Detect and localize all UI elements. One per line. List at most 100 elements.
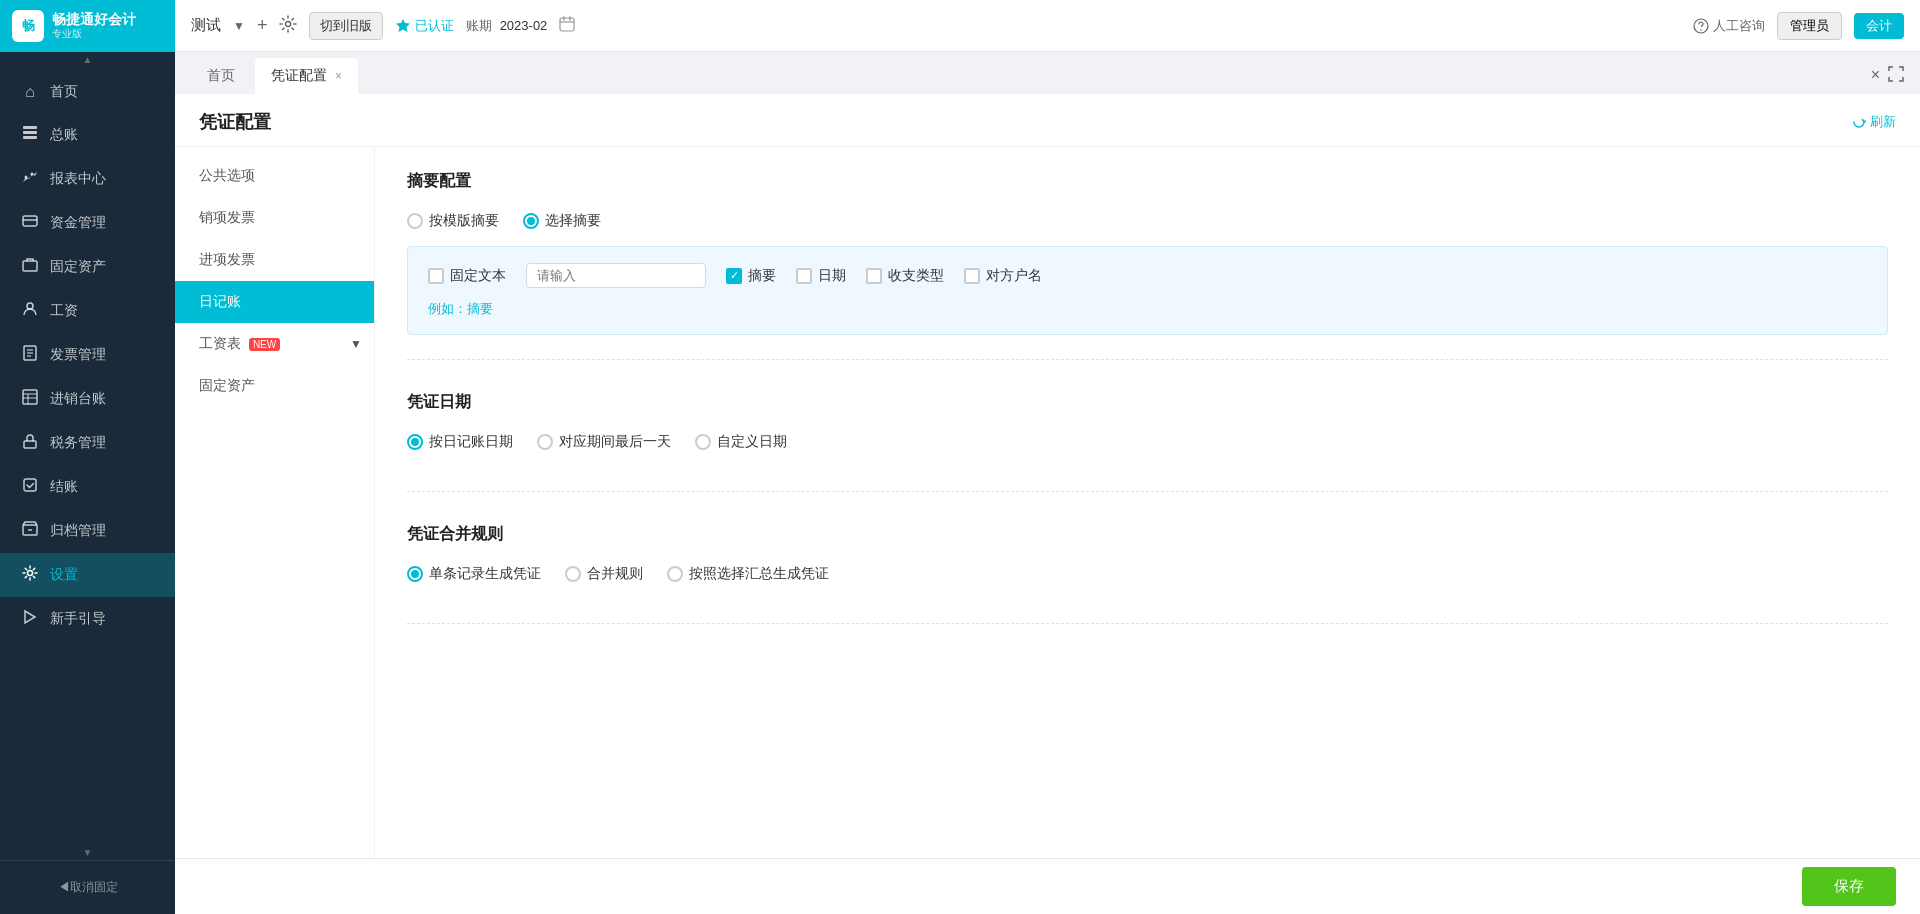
svg-marker-23 — [396, 19, 410, 32]
radio-select-summary[interactable]: 选择摘要 — [523, 212, 601, 230]
sidebar-scroll-down[interactable]: ▼ — [0, 845, 175, 860]
sidebar-item-payroll[interactable]: 工资 — [0, 289, 175, 333]
svg-point-29 — [1700, 29, 1702, 31]
sidebar-item-reports[interactable]: 报表中心 — [0, 157, 175, 201]
logo-icon: 畅 — [12, 10, 44, 42]
sidebar-item-tax[interactable]: 税务管理 — [0, 421, 175, 465]
sidebar-item-label: 发票管理 — [50, 346, 106, 364]
inner-layout: 公共选项 销项发票 进项发票 日记账 工资表 NEW ▼ — [175, 147, 1920, 858]
nav-arrow-icon: ▼ — [350, 337, 362, 351]
radio-journal-date[interactable]: 按日记账日期 — [407, 433, 513, 451]
example-text: 例如：摘要 — [428, 300, 1867, 318]
sidebar-item-assets[interactable]: 固定资产 — [0, 245, 175, 289]
tab-close-btn[interactable]: × — [335, 69, 342, 83]
checkbox-summary[interactable]: ✓ 摘要 — [726, 267, 776, 285]
main-area: 测试 ▼ + 切到旧版 已认证 账期 2023-02 人工咨询 管理员 会计 首… — [175, 0, 1920, 914]
radio-custom-date[interactable]: 自定义日期 — [695, 433, 787, 451]
nav-item-public[interactable]: 公共选项 — [175, 155, 374, 197]
merge-circle — [565, 566, 581, 582]
sidebar-item-funds[interactable]: 资金管理 — [0, 201, 175, 245]
purchase-sale-icon — [20, 389, 40, 409]
radio-by-selection[interactable]: 按照选择汇总生成凭证 — [667, 565, 829, 583]
calendar-icon[interactable] — [559, 16, 575, 35]
sidebar-item-label: 税务管理 — [50, 434, 106, 452]
add-company-btn[interactable]: + — [257, 15, 268, 36]
new-badge: NEW — [249, 338, 280, 351]
summary-checkbox-panel: 固定文本 ✓ 摘要 日期 — [407, 246, 1888, 335]
tax-icon — [20, 433, 40, 453]
svg-point-28 — [1694, 19, 1708, 33]
nav-item-fixed-assets[interactable]: 固定资产 — [175, 365, 374, 407]
date-checkbox — [796, 268, 812, 284]
cancel-fixed-btn[interactable]: ◀取消固定 — [0, 871, 175, 904]
save-button[interactable]: 保存 — [1802, 867, 1896, 906]
settings-icon — [20, 565, 40, 585]
sidebar-scroll-up[interactable]: ▲ — [0, 52, 175, 67]
company-dropdown-icon[interactable]: ▼ — [233, 19, 245, 33]
home-icon: ⌂ — [20, 83, 40, 101]
voucher-date-section: 凭证日期 按日记账日期 对应期间最后一天 自定义日期 — [407, 392, 1888, 492]
tab-voucher-config[interactable]: 凭证配置 × — [255, 58, 358, 94]
merge-rules-radio-row: 单条记录生成凭证 合并规则 按照选择汇总生成凭证 — [407, 565, 1888, 583]
svg-point-20 — [28, 571, 33, 576]
radio-select-circle — [523, 213, 539, 229]
close-window-btn[interactable]: × — [1871, 66, 1880, 86]
company-settings-btn[interactable] — [279, 15, 297, 37]
checkbox-date[interactable]: 日期 — [796, 267, 846, 285]
income-expense-checkbox — [866, 268, 882, 284]
right-content: 摘要配置 按模版摘要 选择摘要 — [375, 147, 1920, 858]
radio-template-summary[interactable]: 按模版摘要 — [407, 212, 499, 230]
role-badge: 会计 — [1854, 13, 1904, 39]
left-nav: 公共选项 销项发票 进项发票 日记账 工资表 NEW ▼ — [175, 147, 375, 858]
footer-bar: 保存 — [175, 858, 1920, 914]
radio-single[interactable]: 单条记录生成凭证 — [407, 565, 541, 583]
sidebar-item-newbie[interactable]: 新手引导 — [0, 597, 175, 641]
admin-btn[interactable]: 管理员 — [1777, 12, 1842, 40]
nav-item-sales-invoice[interactable]: 销项发票 — [175, 197, 374, 239]
nav-item-payroll-table[interactable]: 工资表 NEW ▼ — [175, 323, 374, 365]
radio-period-last[interactable]: 对应期间最后一天 — [537, 433, 671, 451]
fixed-text-input[interactable] — [526, 263, 706, 288]
sidebar-item-label: 工资 — [50, 302, 78, 320]
content-area: 凭证配置 刷新 公共选项 销项发票 进项发票 日记账 — [175, 94, 1920, 914]
sidebar-item-label: 新手引导 — [50, 610, 106, 628]
svg-rect-2 — [23, 136, 37, 139]
sidebar-item-settings[interactable]: 设置 — [0, 553, 175, 597]
topbar: 测试 ▼ + 切到旧版 已认证 账期 2023-02 人工咨询 管理员 会计 — [175, 0, 1920, 52]
svg-rect-0 — [23, 126, 37, 129]
counterparty-checkbox — [964, 268, 980, 284]
reports-icon — [20, 169, 40, 189]
refresh-btn[interactable]: 刷新 — [1852, 113, 1896, 131]
sidebar-item-purchase-sale[interactable]: 进销台账 — [0, 377, 175, 421]
checkbox-counterparty[interactable]: 对方户名 — [964, 267, 1042, 285]
nav-item-journal[interactable]: 日记账 — [175, 281, 374, 323]
sidebar: 畅 畅捷通好会计 专业版 ▲ ⌂ 首页 总账 报表中心 — [0, 0, 175, 914]
content-header: 凭证配置 刷新 — [175, 94, 1920, 147]
tab-home[interactable]: 首页 — [191, 58, 251, 94]
merge-rules-section: 凭证合并规则 单条记录生成凭证 合并规则 按照选择汇总生成凭证 — [407, 524, 1888, 624]
voucher-date-radio-row: 按日记账日期 对应期间最后一天 自定义日期 — [407, 433, 1888, 451]
fullscreen-btn[interactable] — [1888, 66, 1904, 86]
checkbox-fixed-text[interactable]: 固定文本 — [428, 267, 506, 285]
checkbox-income-expense[interactable]: 收支类型 — [866, 267, 944, 285]
newbie-icon — [20, 609, 40, 629]
funds-icon — [20, 213, 40, 233]
tab-active-label: 凭证配置 — [271, 67, 327, 85]
sidebar-item-ledger[interactable]: 总账 — [0, 113, 175, 157]
sidebar-item-label: 报表中心 — [50, 170, 106, 188]
sidebar-nav: ⌂ 首页 总账 报表中心 资金管理 固定资产 — [0, 67, 175, 845]
help-btn[interactable]: 人工咨询 — [1693, 17, 1765, 35]
sidebar-item-home[interactable]: ⌂ 首页 — [0, 71, 175, 113]
radio-merge[interactable]: 合并规则 — [565, 565, 643, 583]
assets-icon — [20, 257, 40, 277]
cancel-fixed-label: ◀取消固定 — [58, 879, 118, 896]
sidebar-item-closing[interactable]: 结账 — [0, 465, 175, 509]
svg-rect-12 — [23, 390, 37, 404]
voucher-date-title: 凭证日期 — [407, 392, 1888, 413]
page-title: 凭证配置 — [199, 110, 271, 134]
sidebar-item-invoice[interactable]: 发票管理 — [0, 333, 175, 377]
nav-item-purchase-invoice[interactable]: 进项发票 — [175, 239, 374, 281]
sidebar-item-archive[interactable]: 归档管理 — [0, 509, 175, 553]
summary-radio-row: 按模版摘要 选择摘要 — [407, 212, 1888, 230]
switch-old-version-btn[interactable]: 切到旧版 — [309, 12, 383, 40]
